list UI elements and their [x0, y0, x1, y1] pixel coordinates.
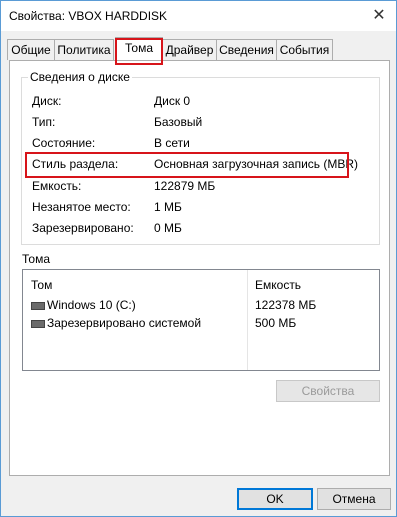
- column-header-volume[interactable]: Том: [31, 278, 52, 292]
- list-item[interactable]: Зарезервировано системой 500 МБ: [31, 316, 371, 332]
- volumes-heading: Тома: [22, 252, 50, 266]
- unallocated-value: 1 МБ: [154, 200, 182, 214]
- volumes-tab-panel: Сведения о диске Диск: Диск 0 Тип: Базов…: [9, 60, 390, 476]
- list-item[interactable]: Windows 10 (C:) 122378 МБ: [31, 298, 371, 314]
- tab-driver[interactable]: Драйвер: [162, 39, 217, 60]
- volume-name: Зарезервировано системой: [47, 316, 202, 330]
- properties-dialog: Свойства: VBOX HARDDISK ✕ Общие Политика…: [0, 0, 397, 517]
- drive-icon: [31, 302, 45, 310]
- tab-policy[interactable]: Политика: [54, 39, 114, 60]
- close-icon[interactable]: ✕: [362, 1, 396, 31]
- type-label: Тип:: [32, 115, 56, 129]
- disk-info-legend: Сведения о диске: [28, 70, 132, 84]
- drive-icon: [31, 320, 45, 328]
- volume-capacity: 500 МБ: [255, 316, 297, 330]
- properties-button[interactable]: Свойства: [276, 380, 380, 402]
- tab-general[interactable]: Общие: [7, 39, 55, 60]
- type-value: Базовый: [154, 115, 203, 129]
- volumes-list[interactable]: Том Емкость Windows 10 (C:) 122378 МБ За…: [22, 269, 380, 371]
- volume-name: Windows 10 (C:): [47, 298, 136, 312]
- capacity-label: Емкость:: [32, 179, 82, 193]
- ok-button[interactable]: OK: [237, 488, 313, 510]
- reserved-value: 0 МБ: [154, 221, 182, 235]
- tab-volumes[interactable]: Тома: [115, 37, 163, 60]
- partition-style-value: Основная загрузочная запись (MBR): [154, 157, 359, 171]
- tab-events[interactable]: События: [276, 39, 333, 60]
- volume-capacity: 122378 МБ: [255, 298, 317, 312]
- tab-details[interactable]: Сведения: [216, 39, 277, 60]
- status-label: Состояние:: [32, 136, 96, 150]
- partition-style-label: Стиль раздела:: [32, 157, 119, 171]
- disk-value: Диск 0: [154, 94, 191, 108]
- status-value: В сети: [154, 136, 190, 150]
- window-title: Свойства: VBOX HARDDISK: [9, 9, 168, 23]
- reserved-label: Зарезервировано:: [32, 221, 134, 235]
- unallocated-label: Незанятое место:: [32, 200, 131, 214]
- capacity-value: 122879 МБ: [154, 179, 216, 193]
- column-header-capacity[interactable]: Емкость: [255, 278, 301, 292]
- title-bar: Свойства: VBOX HARDDISK ✕: [1, 1, 396, 31]
- cancel-button[interactable]: Отмена: [317, 488, 391, 510]
- disk-label: Диск:: [32, 94, 62, 108]
